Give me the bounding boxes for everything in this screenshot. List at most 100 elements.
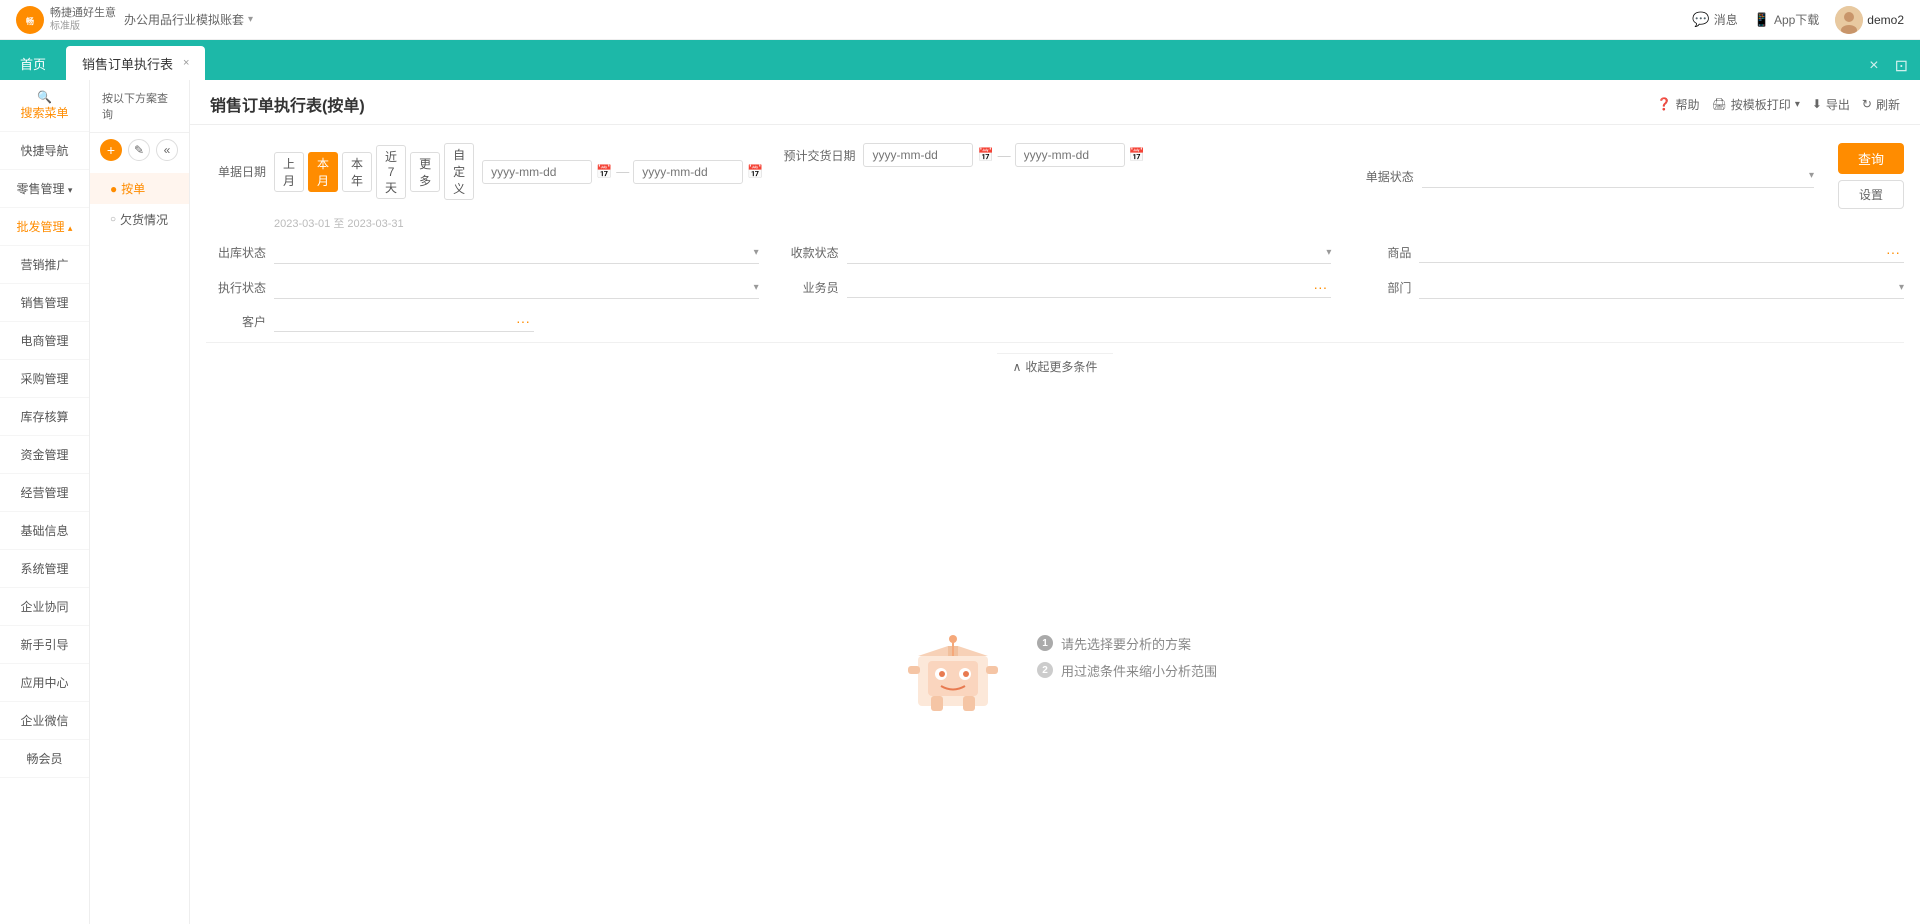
plan-add-btn[interactable]: + bbox=[100, 139, 122, 161]
sidebar-item-apps[interactable]: 应用中心 bbox=[0, 664, 89, 702]
settings-button[interactable]: 设置 bbox=[1838, 180, 1904, 209]
empty-tip-1: 1 请先选择要分析的方案 bbox=[1037, 634, 1217, 653]
date-btn-thismonth[interactable]: 本月 bbox=[308, 152, 338, 192]
sidebar-search[interactable]: 🔍 搜索菜单 bbox=[0, 80, 89, 132]
sub-sidebar-item-by-order[interactable]: ● 按单 bbox=[90, 173, 189, 204]
print-btn[interactable]: 🖨 按模板打印 ▾ bbox=[1712, 96, 1800, 113]
date-btn-thisyear[interactable]: 本年 bbox=[342, 152, 372, 192]
help-btn[interactable]: ❓ 帮助 bbox=[1657, 96, 1700, 113]
sidebar-item-finance[interactable]: 资金管理 bbox=[0, 436, 89, 474]
print-icon: 🖨 bbox=[1712, 97, 1727, 111]
logo-icon: 畅 bbox=[16, 6, 44, 34]
download-icon: 📱 bbox=[1754, 12, 1770, 28]
goods-dots-btn[interactable]: ··· bbox=[1886, 244, 1900, 260]
message-btn[interactable]: 💬 消息 bbox=[1692, 11, 1737, 28]
sub-sidebar: 按以下方案查询 + ✎ « ● 按单 ○ 欠货情况 bbox=[90, 80, 190, 924]
refresh-btn[interactable]: ↻ 刷新 bbox=[1862, 96, 1900, 113]
app-path[interactable]: 办公用品行业模拟账套 ▾ bbox=[124, 11, 253, 28]
sidebar-item-inventory[interactable]: 库存核算 bbox=[0, 398, 89, 436]
window-close-btn[interactable]: × bbox=[1865, 53, 1882, 79]
top-bar: 畅 畅捷通好生意 标准版 办公用品行业模拟账套 ▾ 💬 消息 📱 App下载 bbox=[0, 0, 1920, 40]
status-arrow-icon: ▾ bbox=[1809, 170, 1814, 181]
customer-label: 客户 bbox=[206, 313, 266, 330]
date-from-input[interactable] bbox=[482, 160, 592, 184]
expected-date-label: 预计交货日期 bbox=[783, 147, 855, 164]
receipt-select-wrap: ▾ bbox=[847, 241, 1332, 264]
sidebar-item-basic[interactable]: 基础信息 bbox=[0, 512, 89, 550]
collapse-row: ∧ 收起更多条件 bbox=[206, 342, 1904, 385]
customer-input-wrap: ··· bbox=[274, 311, 534, 332]
main-layout: 🔍 搜索菜单 快捷导航 零售管理 ▾ 批发管理 ▴ 营销推广 销售管理 电商管理… bbox=[0, 80, 1920, 924]
sidebar-item-wholesale[interactable]: 批发管理 ▴ bbox=[0, 208, 89, 246]
customer-filter: 客户 ··· bbox=[206, 311, 772, 332]
nav-tabs: 首页 销售订单执行表 × × ⊡ bbox=[0, 40, 1920, 80]
customer-dots-btn[interactable]: ··· bbox=[516, 313, 530, 329]
sidebar-item-retail[interactable]: 零售管理 ▾ bbox=[0, 170, 89, 208]
page-actions: ❓ 帮助 🖨 按模板打印 ▾ ⬇ 导出 ↻ 刷新 bbox=[1657, 96, 1900, 113]
app-download-btn[interactable]: 📱 App下载 bbox=[1754, 11, 1820, 28]
status-select[interactable] bbox=[1422, 165, 1809, 187]
date-quick-btns: 上月 本月 本年 近7天 更多 自定义 bbox=[274, 143, 474, 200]
query-button[interactable]: 查询 bbox=[1838, 143, 1904, 174]
date-btn-7days[interactable]: 近7天 bbox=[376, 145, 406, 199]
sidebar-item-ecommerce[interactable]: 电商管理 bbox=[0, 322, 89, 360]
status-section: 单据状态 ▾ 查询 设置 bbox=[1334, 143, 1904, 209]
sidebar-item-purchase[interactable]: 采购管理 bbox=[0, 360, 89, 398]
empty-dot-1: 1 bbox=[1037, 635, 1053, 651]
dept-select[interactable] bbox=[1419, 276, 1899, 298]
exec-label: 执行状态 bbox=[206, 279, 266, 296]
exec-select-wrap: ▾ bbox=[274, 276, 759, 299]
sub-sidebar-item-backorder[interactable]: ○ 欠货情况 bbox=[90, 204, 189, 235]
date-btn-lastmonth[interactable]: 上月 bbox=[274, 152, 304, 192]
sidebar-item-member[interactable]: 畅会员 bbox=[0, 740, 89, 778]
salesperson-dots-btn[interactable]: ··· bbox=[1313, 279, 1327, 295]
sidebar-item-operations[interactable]: 经营管理 bbox=[0, 474, 89, 512]
page-header: 销售订单执行表(按单) ❓ 帮助 🖨 按模板打印 ▾ ⬇ 导出 ↻ 刷新 bbox=[190, 80, 1920, 125]
sidebar-item-marketing[interactable]: 营销推广 bbox=[0, 246, 89, 284]
goods-input-wrap: ··· bbox=[1419, 242, 1904, 263]
calendar-from-icon[interactable]: 📅 bbox=[596, 164, 612, 180]
date-btn-custom[interactable]: 自定义 bbox=[444, 143, 474, 200]
sidebar-item-sales[interactable]: 销售管理 bbox=[0, 284, 89, 322]
expected-calendar-to[interactable]: 📅 bbox=[1129, 147, 1145, 163]
export-btn[interactable]: ⬇ 导出 bbox=[1812, 96, 1850, 113]
status-label: 单据状态 bbox=[1354, 168, 1414, 185]
date-range-display: 2023-03-01 至 2023-03-31 bbox=[206, 215, 1904, 235]
print-dropdown-icon[interactable]: ▾ bbox=[1795, 99, 1800, 110]
tab-sales-order[interactable]: 销售订单执行表 × bbox=[66, 46, 205, 80]
expected-date-to[interactable] bbox=[1015, 143, 1125, 167]
user-area[interactable]: demo2 bbox=[1835, 6, 1904, 34]
sub-sidebar-header: 按以下方案查询 bbox=[90, 80, 189, 133]
empty-text: 1 请先选择要分析的方案 2 用过滤条件来缩小分析范围 bbox=[1037, 634, 1217, 688]
sidebar-item-onboarding[interactable]: 新手引导 bbox=[0, 626, 89, 664]
sub-sidebar-section: ● 按单 ○ 欠货情况 bbox=[90, 167, 189, 241]
sidebar-quick-nav[interactable]: 快捷导航 bbox=[0, 132, 89, 170]
salesperson-filter: 业务员 ··· bbox=[759, 277, 1332, 298]
calendar-to-icon[interactable]: 📅 bbox=[747, 164, 763, 180]
plan-edit-btn[interactable]: ✎ bbox=[128, 139, 150, 161]
status-select-wrap: ▾ bbox=[1422, 165, 1814, 188]
window-restore-btn[interactable]: ⊡ bbox=[1891, 52, 1912, 80]
outstock-select[interactable] bbox=[274, 241, 754, 263]
salesperson-input-wrap: ··· bbox=[847, 277, 1332, 298]
exec-select[interactable] bbox=[274, 276, 754, 298]
receipt-filter: 收款状态 ▾ bbox=[759, 241, 1332, 264]
expected-calendar-from[interactable]: 📅 bbox=[977, 147, 993, 163]
sidebar: 🔍 搜索菜单 快捷导航 零售管理 ▾ 批发管理 ▴ 营销推广 销售管理 电商管理… bbox=[0, 80, 90, 924]
exec-filter: 执行状态 ▾ bbox=[206, 276, 759, 299]
tab-home[interactable]: 首页 bbox=[4, 46, 62, 80]
sidebar-item-collab[interactable]: 企业协同 bbox=[0, 588, 89, 626]
plan-collapse-btn[interactable]: « bbox=[156, 139, 178, 161]
date-to-input[interactable] bbox=[633, 160, 743, 184]
receipt-select[interactable] bbox=[847, 241, 1327, 263]
date-btn-more[interactable]: 更多 bbox=[410, 152, 440, 192]
salesperson-label: 业务员 bbox=[779, 279, 839, 296]
date-filter-section: 单据日期 上月 本月 本年 近7天 更多 自定义 📅 — 📅 bbox=[206, 143, 763, 200]
collapse-btn[interactable]: ∧ 收起更多条件 bbox=[997, 353, 1114, 379]
expected-date-from[interactable] bbox=[863, 143, 973, 167]
empty-illustration bbox=[893, 601, 1013, 721]
dropdown-icon[interactable]: ▾ bbox=[248, 14, 253, 25]
sidebar-item-system[interactable]: 系统管理 bbox=[0, 550, 89, 588]
tab-close-btn[interactable]: × bbox=[183, 57, 189, 69]
sidebar-item-wechat[interactable]: 企业微信 bbox=[0, 702, 89, 740]
